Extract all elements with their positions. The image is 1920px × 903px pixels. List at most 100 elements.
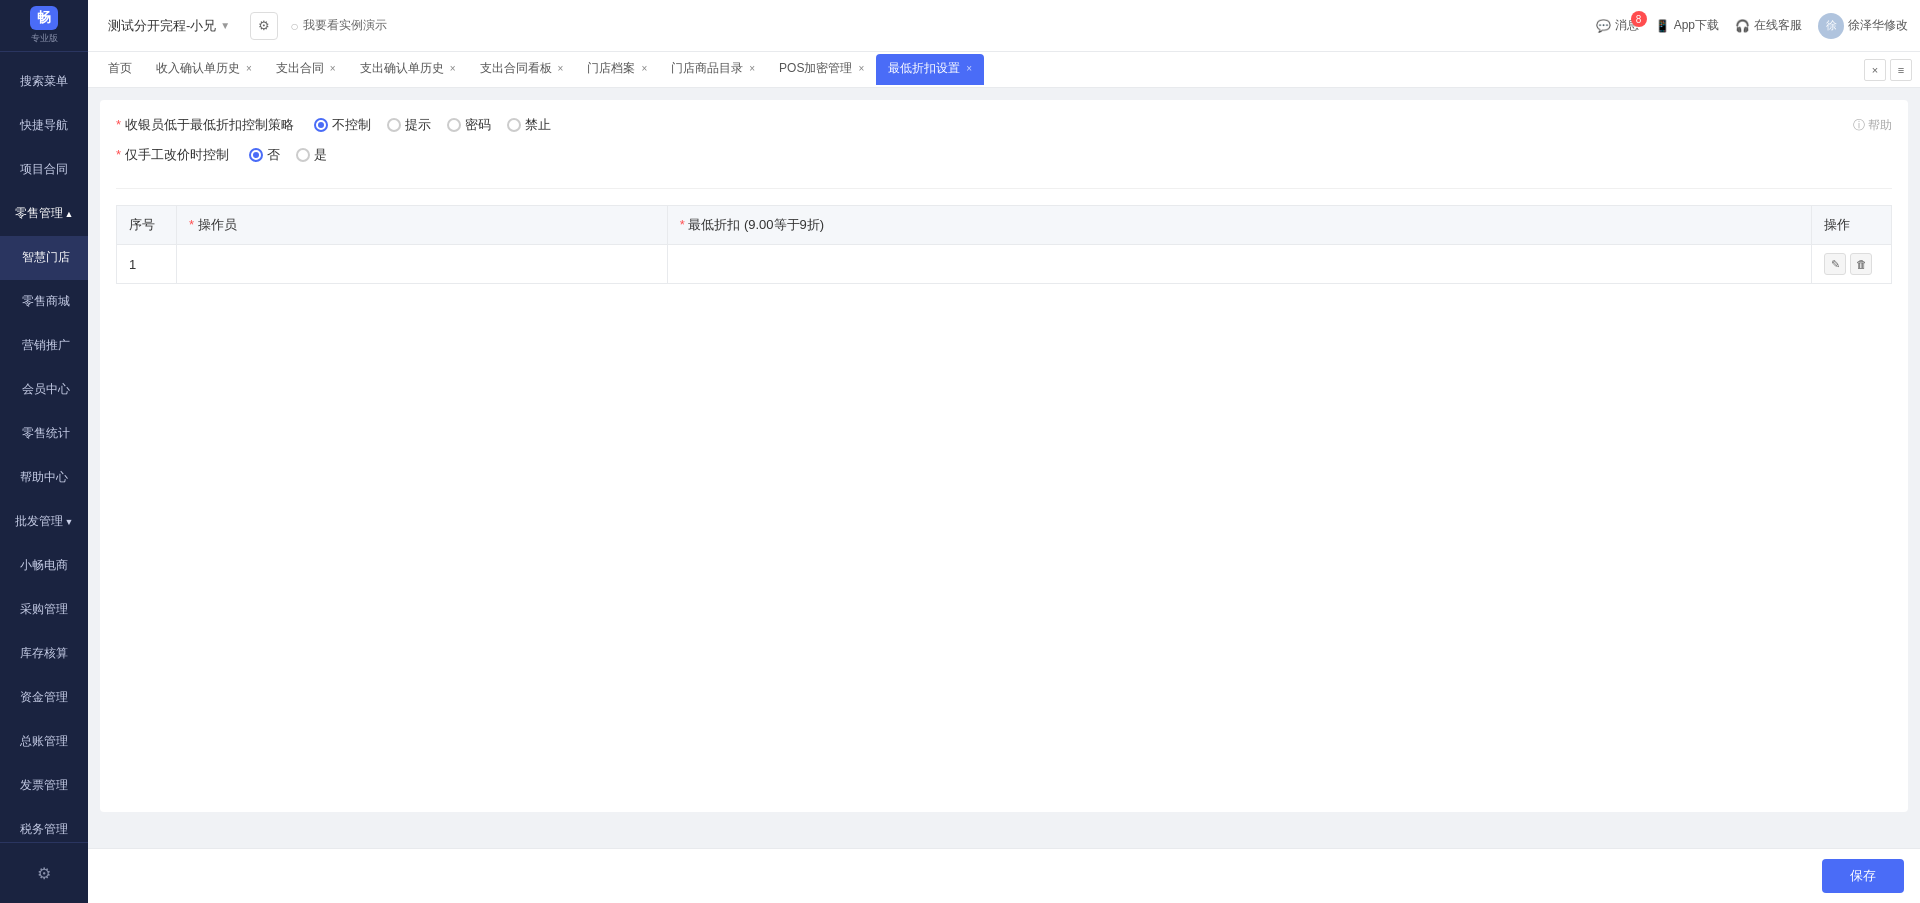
demo-circle-icon: ○	[290, 18, 298, 34]
tab-store-product[interactable]: 门店商品目录 ×	[659, 54, 767, 85]
delete-row-button[interactable]: 🗑	[1850, 253, 1872, 275]
sidebar-item-fund-manage[interactable]: 资金管理	[0, 676, 88, 720]
project-name: 测试分开完程-小兄	[108, 17, 216, 35]
app-download-button[interactable]: 📱 App下载	[1655, 17, 1719, 34]
demo-link[interactable]: ○ 我要看实例演示	[290, 17, 386, 34]
tab-payment-confirm[interactable]: 支出确认单历史 ×	[348, 54, 468, 85]
content-card: 收银员低于最低折扣控制策略 不控制 提示 密码	[100, 100, 1908, 812]
tab-store-product-label: 门店商品目录	[671, 60, 743, 77]
help-label: 帮助	[1868, 117, 1892, 134]
radio-no-control-label: 不控制	[332, 116, 371, 134]
cell-min-discount[interactable]	[667, 245, 1811, 284]
sidebar-item-smart-store[interactable]: 智慧门店	[0, 236, 88, 280]
tab-store-archive[interactable]: 门店档案 ×	[575, 54, 659, 85]
tab-payment-confirm-close[interactable]: ×	[450, 63, 456, 74]
tab-store-archive-label: 门店档案	[587, 60, 635, 77]
radio-manual-yes-label: 是	[314, 146, 327, 164]
tab-store-archive-close[interactable]: ×	[641, 63, 647, 74]
tab-menu-button[interactable]: ≡	[1890, 59, 1912, 81]
tab-home-label: 首页	[108, 60, 132, 77]
tab-pos-manage-close[interactable]: ×	[858, 63, 864, 74]
tabs-bar: 首页 收入确认单历史 × 支出合同 × 支出确认单历史 × 支出合同看板 × 门…	[88, 52, 1920, 88]
radio-ban-circle	[507, 118, 521, 132]
tab-payment-view-close[interactable]: ×	[558, 63, 564, 74]
sidebar-menu: 搜索菜单 快捷导航 项目合同 零售管理 ▲ 智慧门店 零售商城 营销推广 会员中…	[0, 52, 88, 842]
sidebar-item-batch-manage[interactable]: 批发管理 ▼	[0, 500, 88, 544]
cashier-policy-label: 收银员低于最低折扣控制策略	[116, 116, 294, 134]
tab-payment-contract-label: 支出合同	[276, 60, 324, 77]
tab-min-discount[interactable]: 最低折扣设置 ×	[876, 54, 984, 85]
username-label: 徐泽华修改	[1848, 17, 1908, 34]
tab-pos-manage-label: POS加密管理	[779, 60, 852, 77]
sidebar-item-purchase-manage[interactable]: 采购管理	[0, 588, 88, 632]
sidebar-item-quick-nav[interactable]: 快捷导航	[0, 104, 88, 148]
sidebar-item-ledger-manage[interactable]: 总账管理	[0, 720, 88, 764]
save-button[interactable]: 保存	[1822, 859, 1904, 893]
col-operator: * 操作员	[177, 206, 668, 245]
col-actions: 操作	[1812, 206, 1892, 245]
main-content: 测试分开完程-小兄 ▼ ⚙ ○ 我要看实例演示 💬 消息 8 📱 App下载 🎧…	[88, 0, 1920, 903]
tab-payment-view[interactable]: 支出合同看板 ×	[468, 54, 576, 85]
cell-operator[interactable]	[177, 245, 668, 284]
radio-manual-yes[interactable]: 是	[296, 146, 327, 164]
message-button[interactable]: 💬 消息 8	[1596, 17, 1639, 34]
sidebar-item-member-center[interactable]: 会员中心	[0, 368, 88, 412]
tab-home[interactable]: 首页	[96, 54, 144, 85]
chevron-down-icon-project: ▼	[220, 20, 230, 31]
radio-no-control[interactable]: 不控制	[314, 116, 371, 134]
sidebar-item-invoice-manage[interactable]: 发票管理	[0, 764, 88, 808]
avatar: 徐	[1818, 13, 1844, 39]
settings-gear-button[interactable]: ⚙	[0, 853, 88, 893]
sidebar-item-retail-manage[interactable]: 零售管理 ▲	[0, 192, 88, 236]
tab-payment-contract-close[interactable]: ×	[330, 63, 336, 74]
cashier-policy-row: 收银员低于最低折扣控制策略 不控制 提示 密码	[116, 116, 1892, 134]
message-badge: 8	[1631, 11, 1647, 27]
user-menu[interactable]: 徐 徐泽华修改	[1818, 13, 1908, 39]
tab-pos-manage[interactable]: POS加密管理 ×	[767, 54, 876, 85]
tab-min-discount-close[interactable]: ×	[966, 63, 972, 74]
edit-row-button[interactable]: ✎	[1824, 253, 1846, 275]
manual-price-row: 仅手工改价时控制 否 是	[116, 146, 1892, 164]
radio-ban[interactable]: 禁止	[507, 116, 551, 134]
online-support-button[interactable]: 🎧 在线客服	[1735, 17, 1802, 34]
sidebar-item-help-center[interactable]: 帮助中心	[0, 456, 88, 500]
gear-icon: ⚙	[258, 18, 270, 33]
radio-password-label: 密码	[465, 116, 491, 134]
topbar-right: 💬 消息 8 📱 App下载 🎧 在线客服 徐 徐泽华修改	[1596, 13, 1908, 39]
help-button[interactable]: ⓘ 帮助	[1853, 117, 1892, 134]
row-action-buttons: ✎ 🗑	[1824, 253, 1879, 275]
question-circle-icon: ⓘ	[1853, 117, 1865, 134]
sidebar-item-project-contract[interactable]: 项目合同	[0, 148, 88, 192]
sidebar-item-tax-manage[interactable]: 税务管理	[0, 808, 88, 842]
sidebar-item-retail-mall[interactable]: 零售商城	[0, 280, 88, 324]
cell-seq: 1	[117, 245, 177, 284]
radio-manual-yes-circle	[296, 148, 310, 162]
tab-payment-confirm-label: 支出确认单历史	[360, 60, 444, 77]
tab-payment-contract[interactable]: 支出合同 ×	[264, 54, 348, 85]
sidebar-item-marketing[interactable]: 营销推广	[0, 324, 88, 368]
sidebar-item-inventory-calc[interactable]: 库存核算	[0, 632, 88, 676]
form-section: 收银员低于最低折扣控制策略 不控制 提示 密码	[116, 116, 1892, 189]
page-content: 收银员低于最低折扣控制策略 不控制 提示 密码	[88, 88, 1920, 848]
manual-price-label: 仅手工改价时控制	[116, 146, 229, 164]
sidebar-item-search[interactable]: 搜索菜单	[0, 60, 88, 104]
radio-password[interactable]: 密码	[447, 116, 491, 134]
tab-income-confirm-close[interactable]: ×	[246, 63, 252, 74]
tab-store-product-close[interactable]: ×	[749, 63, 755, 74]
sidebar-item-small-ecommerce[interactable]: 小畅电商	[0, 544, 88, 588]
radio-password-circle	[447, 118, 461, 132]
topbar-settings-button[interactable]: ⚙	[250, 12, 278, 40]
table-row: 1 ✎ 🗑	[117, 245, 1892, 284]
cashier-policy-radio-group: 不控制 提示 密码 禁止	[314, 116, 551, 134]
radio-manual-no[interactable]: 否	[249, 146, 280, 164]
radio-remind[interactable]: 提示	[387, 116, 431, 134]
radio-manual-no-circle	[249, 148, 263, 162]
radio-ban-label: 禁止	[525, 116, 551, 134]
tab-close-button[interactable]: ×	[1864, 59, 1886, 81]
sidebar-bottom: ⚙	[0, 842, 88, 903]
tab-income-confirm[interactable]: 收入确认单历史 ×	[144, 54, 264, 85]
sidebar-item-retail-stats[interactable]: 零售统计	[0, 412, 88, 456]
discount-table: 序号 * 操作员 * 最低折扣 (9.00等于9折) 操作	[116, 205, 1892, 284]
project-selector[interactable]: 测试分开完程-小兄 ▼	[100, 13, 238, 39]
topbar: 测试分开完程-小兄 ▼ ⚙ ○ 我要看实例演示 💬 消息 8 📱 App下载 🎧…	[88, 0, 1920, 52]
